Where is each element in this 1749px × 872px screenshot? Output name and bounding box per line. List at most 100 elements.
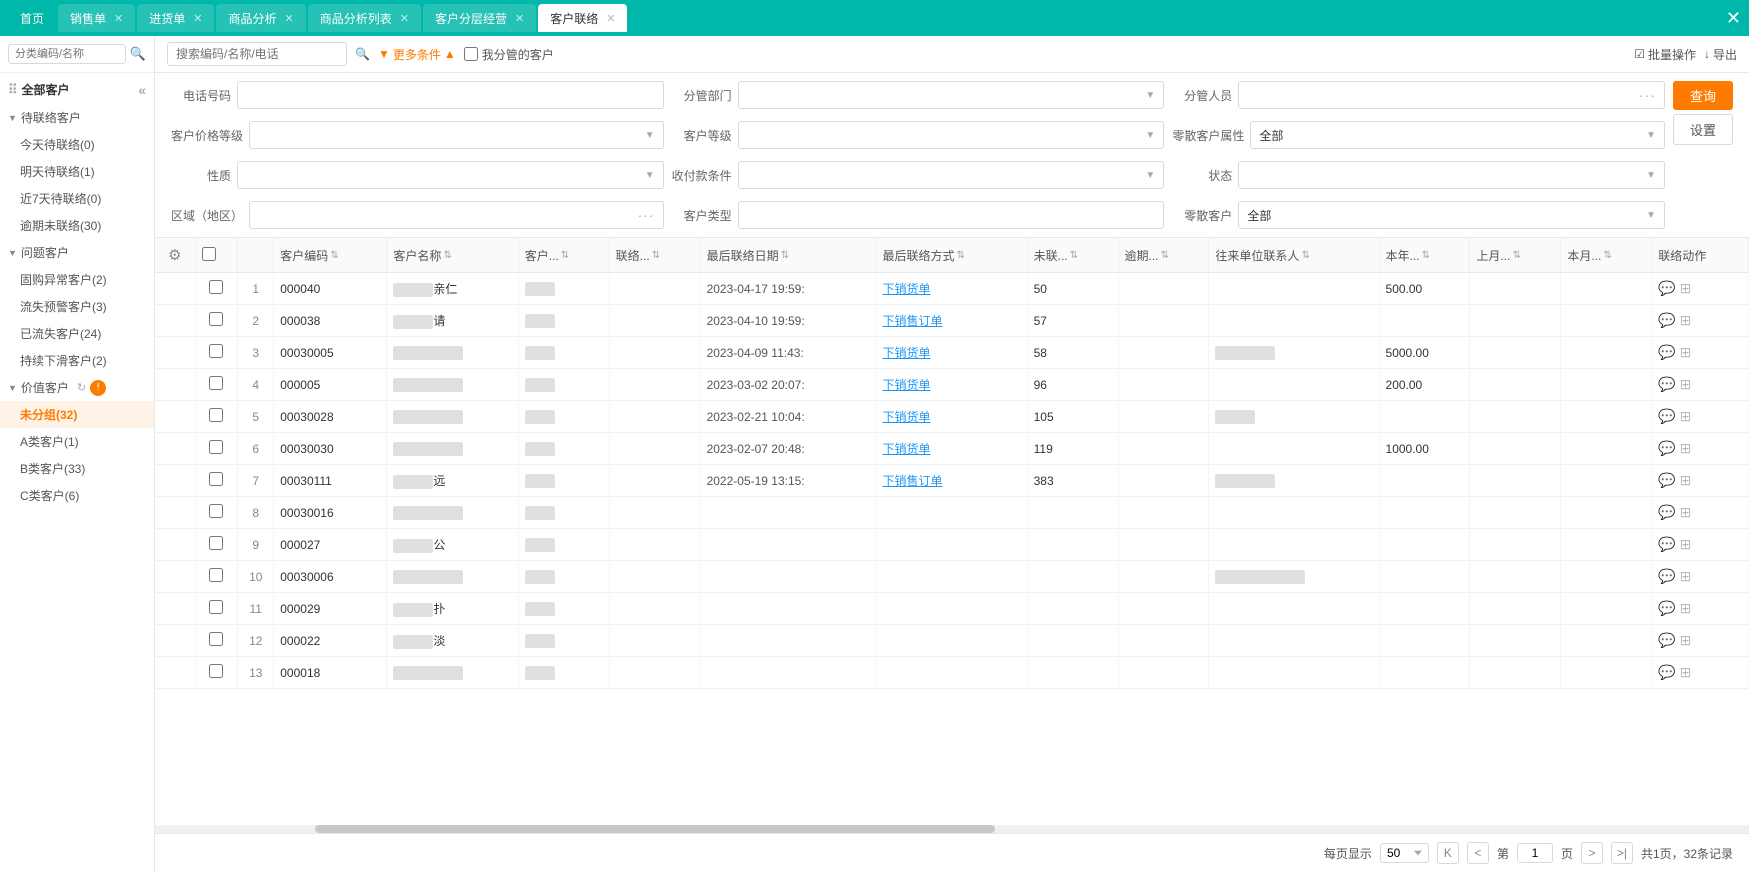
message-action-icon[interactable]: 💬: [1658, 280, 1675, 297]
all-customers-label[interactable]: 全部客户: [22, 81, 70, 98]
last-method-link[interactable]: 下销货单: [883, 442, 931, 456]
sidebar-item-declining[interactable]: 持续下滑客户(2): [0, 347, 154, 374]
more-action-icon[interactable]: ⊞: [1680, 632, 1692, 649]
value-customers-section[interactable]: ▼ 价值客户 ↻ !: [0, 374, 154, 401]
my-customers-checkbox[interactable]: [464, 47, 478, 61]
more-conditions-button[interactable]: ▼ 更多条件 ▲: [378, 46, 456, 63]
unit-contact-column-header[interactable]: 往来单位联系人 ⇅: [1209, 238, 1379, 273]
sidebar-item-lost[interactable]: 已流失客户(24): [0, 320, 154, 347]
row-select-checkbox[interactable]: [209, 312, 223, 326]
message-action-icon[interactable]: 💬: [1658, 472, 1675, 489]
sidebar-item-group-c[interactable]: C类客户(6): [0, 482, 154, 509]
reset-button[interactable]: 设置: [1673, 114, 1733, 145]
dept-input[interactable]: ▼: [738, 81, 1165, 109]
more-action-icon[interactable]: ⊞: [1680, 280, 1692, 297]
this-year-column-header[interactable]: 本年... ⇅: [1379, 238, 1470, 273]
sidebar-item-churn-risk[interactable]: 流失预警客户(3): [0, 293, 154, 320]
row-select-checkbox[interactable]: [209, 408, 223, 422]
contact-column-header[interactable]: 联络... ⇅: [609, 238, 700, 273]
sidebar-item-tomorrow-pending[interactable]: 明天待联络(1): [0, 158, 154, 185]
name-column-header[interactable]: 客户名称 ⇅: [387, 238, 518, 273]
tab-sales[interactable]: 销售单 ✕: [58, 4, 135, 32]
message-action-icon[interactable]: 💬: [1658, 504, 1675, 521]
row-select-checkbox[interactable]: [209, 376, 223, 390]
close-analysis-tab[interactable]: ✕: [285, 12, 294, 25]
search-button[interactable]: 查询: [1673, 81, 1733, 110]
more-action-icon[interactable]: ⊞: [1680, 312, 1692, 329]
last-method-link[interactable]: 下销售订单: [883, 314, 943, 328]
nature-input[interactable]: ▼: [237, 161, 664, 189]
more-action-icon[interactable]: ⊞: [1680, 504, 1692, 521]
row-select-checkbox[interactable]: [209, 440, 223, 454]
price-level-input[interactable]: ▼: [249, 121, 664, 149]
first-page-button[interactable]: K: [1437, 842, 1459, 864]
customer-type-input[interactable]: [738, 201, 1165, 229]
page-number-input[interactable]: [1517, 843, 1553, 863]
more-action-icon[interactable]: ⊞: [1680, 472, 1692, 489]
zero-customer-input[interactable]: 全部▼: [1238, 201, 1665, 229]
last-month-column-header[interactable]: 上月... ⇅: [1470, 238, 1561, 273]
settings-column-header[interactable]: ⚙: [155, 238, 195, 273]
tab-customer-contact[interactable]: 客户联络 ✕: [538, 4, 627, 32]
no-days-column-header[interactable]: 未联... ⇅: [1027, 238, 1118, 273]
more-action-icon[interactable]: ⊞: [1680, 408, 1692, 425]
customer-level-input[interactable]: ▼: [738, 121, 1165, 149]
select-all-checkbox[interactable]: [202, 247, 216, 261]
scrollbar-thumb[interactable]: [315, 825, 995, 833]
row-select-checkbox[interactable]: [209, 568, 223, 582]
zero-attr-input[interactable]: 全部▼: [1250, 121, 1665, 149]
close-purchase-tab[interactable]: ✕: [193, 12, 202, 25]
last-method-column-header[interactable]: 最后联络方式 ⇅: [876, 238, 1027, 273]
last-method-link[interactable]: 下销售订单: [883, 474, 943, 488]
close-customer-contact-tab[interactable]: ✕: [606, 12, 615, 25]
row-select-checkbox[interactable]: [209, 536, 223, 550]
message-action-icon[interactable]: 💬: [1658, 408, 1675, 425]
row-select-checkbox[interactable]: [209, 632, 223, 646]
region-input[interactable]: ···: [249, 201, 664, 229]
per-page-select[interactable]: 50 20 100: [1380, 843, 1429, 863]
row-select-checkbox[interactable]: [209, 344, 223, 358]
more-action-icon[interactable]: ⊞: [1680, 600, 1692, 617]
prev-page-button[interactable]: <: [1467, 842, 1489, 864]
overdue-column-header[interactable]: 逾期... ⇅: [1118, 238, 1209, 273]
tab-analysis[interactable]: 商品分析 ✕: [216, 4, 305, 32]
sidebar-item-group-b[interactable]: B类客户(33): [0, 455, 154, 482]
search-input[interactable]: [167, 42, 347, 66]
message-action-icon[interactable]: 💬: [1658, 440, 1675, 457]
message-action-icon[interactable]: 💬: [1658, 344, 1675, 361]
message-action-icon[interactable]: 💬: [1658, 376, 1675, 393]
last-method-link[interactable]: 下销货单: [883, 346, 931, 360]
more-action-icon[interactable]: ⊞: [1680, 568, 1692, 585]
more-action-icon[interactable]: ⊞: [1680, 440, 1692, 457]
code-column-header[interactable]: 客户编码 ⇅: [274, 238, 387, 273]
category-search-icon[interactable]: 🔍: [130, 46, 146, 62]
last-method-link[interactable]: 下销货单: [883, 378, 931, 392]
collapse-sidebar-icon[interactable]: «: [138, 82, 146, 98]
sidebar-item-group-a[interactable]: A类客户(1): [0, 428, 154, 455]
batch-ops-button[interactable]: ☑ 批量操作: [1634, 46, 1696, 63]
tab-home[interactable]: 首页: [8, 4, 56, 32]
search-icon[interactable]: 🔍: [355, 47, 370, 61]
row-select-checkbox[interactable]: [209, 600, 223, 614]
sidebar-item-week-pending[interactable]: 近7天待联络(0): [0, 185, 154, 212]
more-action-icon[interactable]: ⊞: [1680, 376, 1692, 393]
type-column-header[interactable]: 客户... ⇅: [518, 238, 609, 273]
settings-icon[interactable]: ⚙: [168, 247, 181, 264]
this-month-column-header[interactable]: 本月... ⇅: [1561, 238, 1652, 273]
message-action-icon[interactable]: 💬: [1658, 536, 1675, 553]
message-action-icon[interactable]: 💬: [1658, 632, 1675, 649]
sidebar-item-unclassified[interactable]: 未分组(32): [0, 401, 154, 428]
tab-customer-segment[interactable]: 客户分层经营 ✕: [423, 4, 536, 32]
next-page-button[interactable]: >: [1581, 842, 1603, 864]
message-action-icon[interactable]: 💬: [1658, 664, 1675, 681]
last-page-button[interactable]: >|: [1611, 842, 1633, 864]
sidebar-item-today-pending[interactable]: 今天待联络(0): [0, 131, 154, 158]
message-action-icon[interactable]: 💬: [1658, 600, 1675, 617]
horizontal-scrollbar[interactable]: [155, 825, 1749, 833]
sidebar-item-overdue-pending[interactable]: 逾期未联络(30): [0, 212, 154, 239]
message-action-icon[interactable]: 💬: [1658, 312, 1675, 329]
more-action-icon[interactable]: ⊞: [1680, 664, 1692, 681]
row-select-checkbox[interactable]: [209, 664, 223, 678]
row-select-checkbox[interactable]: [209, 280, 223, 294]
problem-customers-section[interactable]: ▼ 问题客户: [0, 239, 154, 266]
